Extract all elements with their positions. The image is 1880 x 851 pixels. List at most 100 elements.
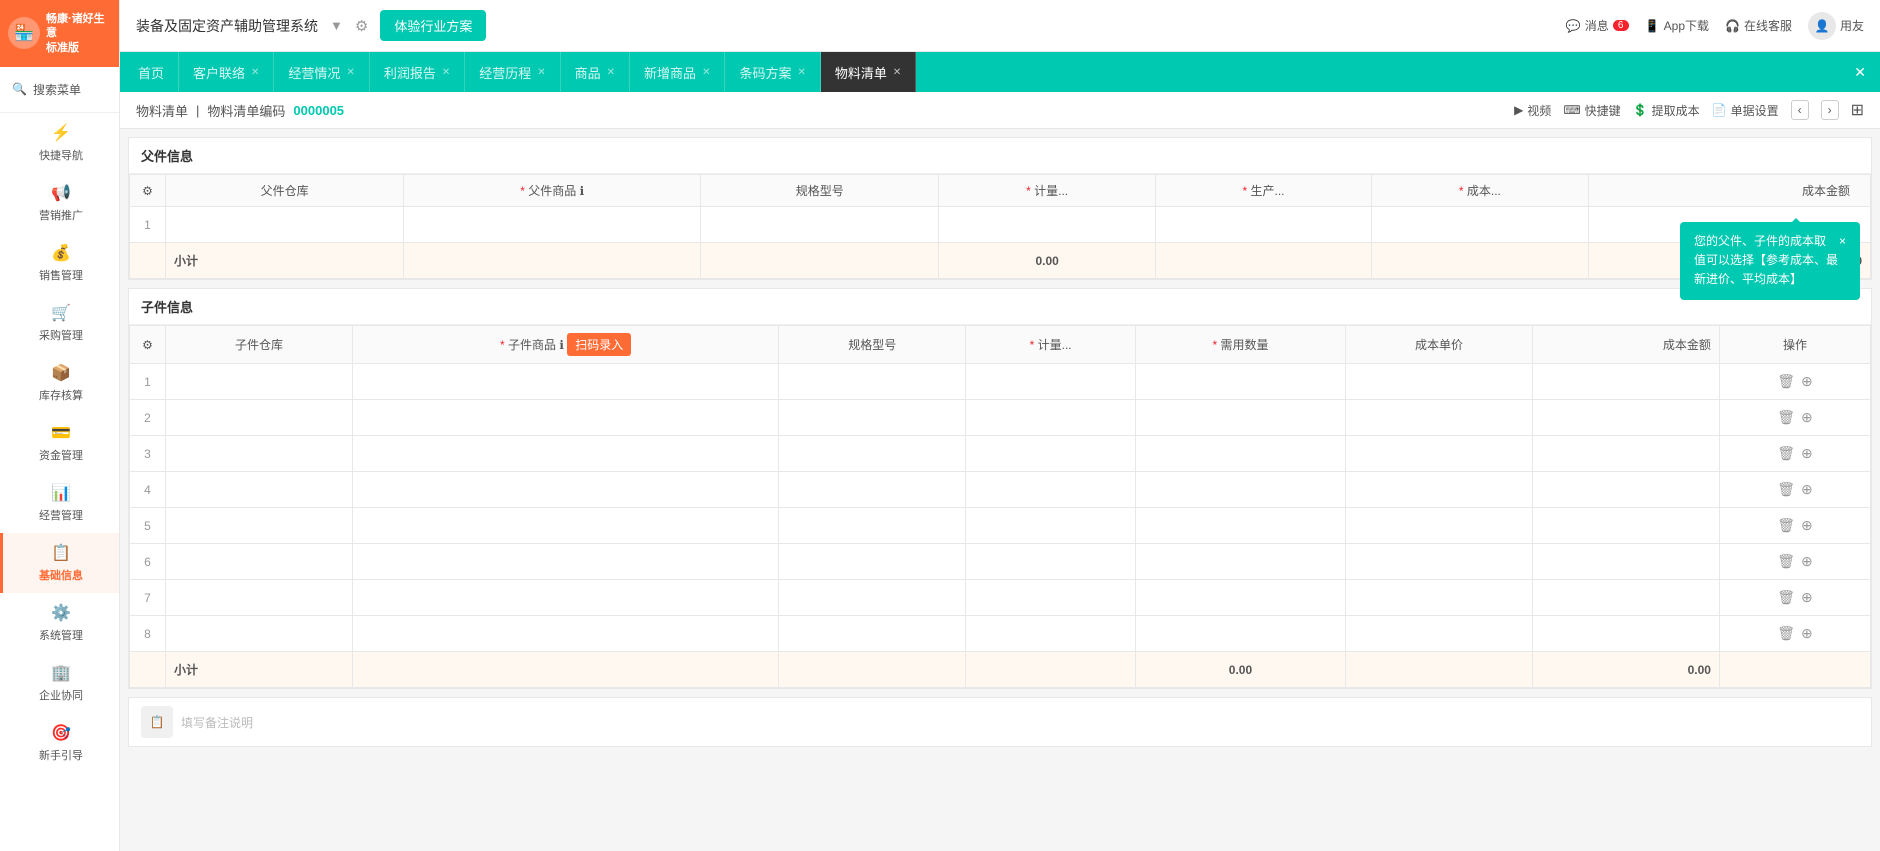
topbar: 装备及固定资产辅助管理系统 ▼ ⚙ 体验行业方案 💬 消息 6 📱 App下载 … [120,0,1880,52]
parent-col-production: * 生产... [1155,175,1371,207]
single-settings-action[interactable]: 📄 单据设置 [1712,102,1779,119]
delete-icon-row-2[interactable]: 🗑 [1777,409,1795,426]
breadcrumb-main: 物料清单 [136,101,188,120]
topbar-right: 💬 消息 6 📱 App下载 🎧 在线客服 👤 用友 [1566,12,1864,40]
note-placeholder[interactable]: 填写备注说明 [181,714,253,731]
shortcut-action[interactable]: ⌨ 快捷键 [1563,102,1620,119]
page-header: 物料清单 | 物料清单编码 0000005 ▶ 视频 ⌨ 快捷键 💲 提取成本 … [120,92,1880,129]
delete-icon-row-4[interactable]: 🗑 [1777,481,1795,498]
tab-goods[interactable]: 商品 ✕ [561,52,630,92]
logo-text: 畅康·诸好生意 标准版 [46,12,111,55]
parent-col-cost: * 成本... [1372,175,1588,207]
quick-nav-icon: ⚡ [51,123,71,143]
app-download-button[interactable]: 📱 App下载 [1645,17,1709,34]
delete-icon-row-6[interactable]: 🗑 [1777,553,1795,570]
sales-icon: 💰 [51,243,71,263]
sidebar-item-enterprise[interactable]: 🏢 企业协同 [0,653,119,713]
dropdown-arrow-icon[interactable]: ▼ [330,18,343,33]
parent-col-settings[interactable]: ⚙ [130,175,166,207]
tab-profit[interactable]: 利润报告 ✕ [370,52,465,92]
child-table-row-4: 4 🗑 ⊕ [130,472,1871,508]
tab-close-goods[interactable]: ✕ [607,67,615,78]
delete-icon-row-1[interactable]: 🗑 [1777,373,1795,390]
copy-icon-row-8[interactable]: ⊕ [1801,625,1813,642]
online-service-button[interactable]: 🎧 在线客服 [1725,17,1792,34]
tab-close-operations[interactable]: ✕ [346,67,354,78]
parent-col-spec: 规格型号 [701,175,939,207]
get-cost-action[interactable]: 💲 提取成本 [1633,102,1700,119]
sidebar-item-marketing[interactable]: 📢 营销推广 [0,173,119,233]
settings-icon[interactable]: ⚙ [355,17,368,35]
sidebar-item-system[interactable]: ⚙️ 系统管理 [0,593,119,653]
page-actions: ▶ 视频 ⌨ 快捷键 💲 提取成本 📄 单据设置 ‹ › ⊞ [1514,100,1864,120]
search-menu-button[interactable]: 🔍 搜索菜单 [8,75,111,104]
tab-new-goods[interactable]: 新增商品 ✕ [630,52,725,92]
parent-subtotal-row: 小计 0.00 0.00 [130,243,1871,279]
child-col-cost-amount: 成本金额 [1532,326,1719,364]
child-table: ⚙ 子件仓库 * 子件商品 ℹ 扫码录入 规格型号 * 计量... * 需用数量… [129,325,1871,688]
child-table-row-5: 5 🗑 ⊕ [130,508,1871,544]
tab-home[interactable]: 首页 [124,52,179,92]
tab-close-barcode[interactable]: ✕ [797,67,805,78]
parent-section: 父件信息 ⚙ 父件仓库 * 父件商品 ℹ [128,137,1872,280]
user-menu[interactable]: 👤 用友 [1808,12,1864,40]
trial-button[interactable]: 体验行业方案 [380,10,486,41]
avatar: 👤 [1808,12,1836,40]
child-col-settings[interactable]: ⚙ [130,326,166,364]
cost-icon: 💲 [1633,103,1648,117]
tab-bom[interactable]: 物料清单 ✕ [821,52,916,92]
child-col-product: * 子件商品 ℹ 扫码录入 [352,326,778,364]
child-table-row-1: 1 🗑 ⊕ [130,364,1871,400]
child-table-row-8: 8 🗑 ⊕ [130,616,1871,652]
copy-icon-row-7[interactable]: ⊕ [1801,589,1813,606]
tab-barcode[interactable]: 条码方案 ✕ [725,52,820,92]
breadcrumb-code-label: 物料清单编码 [207,101,285,120]
tab-customer[interactable]: 客户联络 ✕ [179,52,274,92]
delete-icon-row-3[interactable]: 🗑 [1777,445,1795,462]
search-icon: 🔍 [12,82,27,96]
sidebar-item-sales[interactable]: 💰 销售管理 [0,233,119,293]
tab-close-new-goods[interactable]: ✕ [702,67,710,78]
sidebar-item-guide[interactable]: 🎯 新手引导 [0,713,119,773]
message-button[interactable]: 💬 消息 6 [1566,17,1629,34]
copy-icon-row-6[interactable]: ⊕ [1801,553,1813,570]
copy-icon-row-3[interactable]: ⊕ [1801,445,1813,462]
content-area: 物料清单 | 物料清单编码 0000005 ▶ 视频 ⌨ 快捷键 💲 提取成本 … [120,92,1880,851]
tab-close-customer[interactable]: ✕ [251,67,259,78]
parent-col-warehouse: 父件仓库 [166,175,404,207]
tab-history[interactable]: 经营历程 ✕ [465,52,560,92]
sidebar-item-quick-nav[interactable]: ⚡ 快捷导航 [0,113,119,173]
close-all-tabs[interactable]: ✕ [1844,64,1876,81]
sidebar-item-inventory[interactable]: 📦 库存核算 [0,353,119,413]
note-icon: 📋 [141,706,173,738]
next-page-icon[interactable]: › [1821,100,1839,120]
view-icon: ▶ [1514,103,1523,117]
prev-page-icon[interactable]: ‹ [1791,100,1809,120]
copy-icon-row-4[interactable]: ⊕ [1801,481,1813,498]
system-title: 装备及固定资产辅助管理系统 [136,16,318,36]
sidebar-item-finance[interactable]: 💳 资金管理 [0,413,119,473]
keyboard-icon: ⌨ [1563,103,1580,117]
tab-close-bom[interactable]: ✕ [893,67,901,78]
delete-icon-row-5[interactable]: 🗑 [1777,517,1795,534]
headset-icon: 🎧 [1725,19,1740,33]
scan-button[interactable]: 扫码录入 [567,333,631,356]
delete-icon-row-8[interactable]: 🗑 [1777,625,1795,642]
copy-icon-row-2[interactable]: ⊕ [1801,409,1813,426]
parent-col-product: * 父件商品 ℹ [404,175,701,207]
tab-close-history[interactable]: ✕ [537,67,545,78]
child-col-unit: * 计量... [966,326,1136,364]
copy-icon-row-1[interactable]: ⊕ [1801,373,1813,390]
sidebar-item-purchase[interactable]: 🛒 采购管理 [0,293,119,353]
sidebar-item-basic[interactable]: 📋 基础信息 [0,533,119,593]
delete-icon-row-7[interactable]: 🗑 [1777,589,1795,606]
copy-icon-row-5[interactable]: ⊕ [1801,517,1813,534]
sidebar-search[interactable]: 🔍 搜索菜单 [0,67,119,113]
tab-close-profit[interactable]: ✕ [442,67,450,78]
view-action[interactable]: ▶ 视频 [1514,102,1551,119]
tab-operations[interactable]: 经营情况 ✕ [274,52,369,92]
sidebar-item-operations[interactable]: 📊 经营管理 [0,473,119,533]
tooltip-close-button[interactable]: × [1839,232,1846,251]
child-table-row-2: 2 🗑 ⊕ [130,400,1871,436]
grid-view-icon[interactable]: ⊞ [1851,100,1864,120]
